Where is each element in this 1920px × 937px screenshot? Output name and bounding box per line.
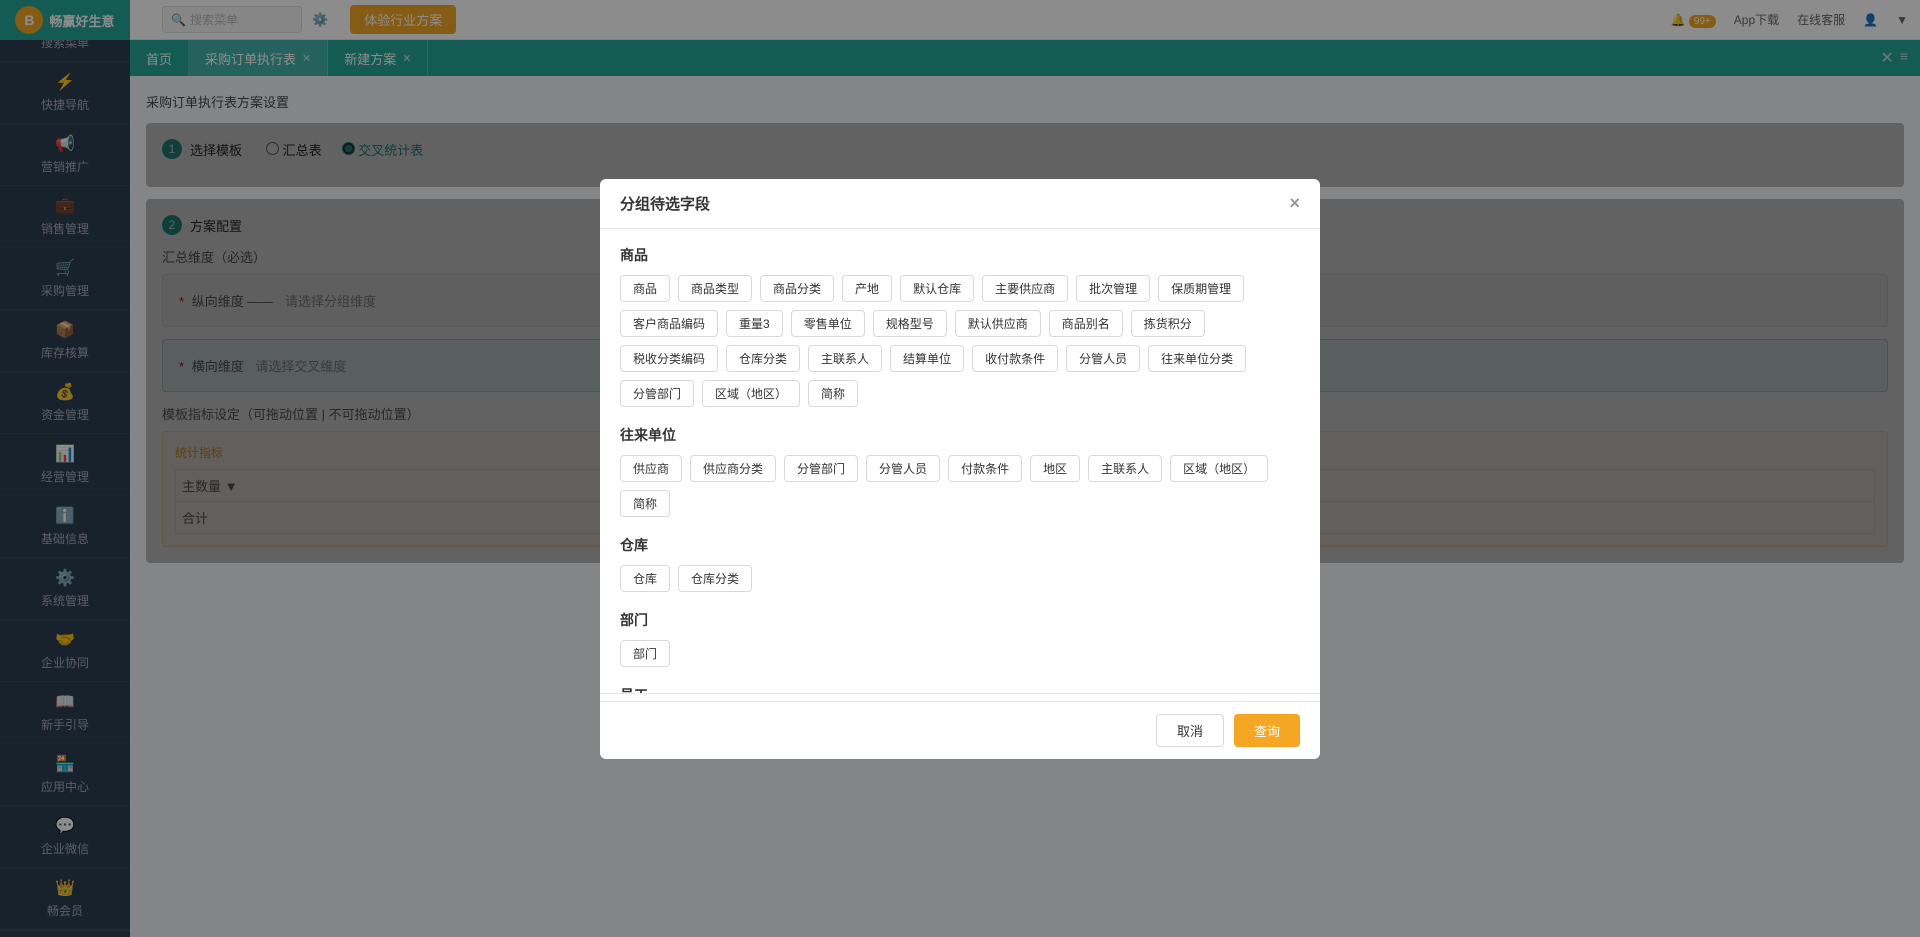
field-tag-0-21[interactable]: 往来单位分类 [1148, 345, 1246, 372]
field-group-title-4: 员工 [620, 685, 1300, 693]
field-tags-2: 仓库仓库分类 [620, 565, 1300, 592]
field-group-title-2: 仓库 [620, 535, 1300, 555]
field-tag-0-15[interactable]: 税收分类编码 [620, 345, 718, 372]
field-tag-0-19[interactable]: 收付款条件 [972, 345, 1058, 372]
field-tag-0-16[interactable]: 仓库分类 [726, 345, 800, 372]
field-tag-1-8[interactable]: 简称 [620, 490, 670, 517]
field-group-4: 员工业务员 [620, 685, 1300, 693]
field-tags-0: 商品商品类型商品分类产地默认仓库主要供应商批次管理保质期管理客户商品编码重量3 零… [620, 275, 1300, 407]
field-group-1: 往来单位供应商供应商分类分管部门分管人员付款条件地区主联系人区域（地区） 简称 [620, 425, 1300, 517]
field-tag-0-0[interactable]: 商品 [620, 275, 670, 302]
field-tag-1-3[interactable]: 分管人员 [866, 455, 940, 482]
cancel-button[interactable]: 取消 [1156, 714, 1224, 747]
field-tag-1-1[interactable]: 供应商分类 [690, 455, 776, 482]
field-tag-0-7[interactable]: 保质期管理 [1158, 275, 1244, 302]
field-tag-2-0[interactable]: 仓库 [620, 565, 670, 592]
field-tag-1-0[interactable]: 供应商 [620, 455, 682, 482]
modal-title: 分组待选字段 [620, 193, 710, 214]
modal-body: 商品商品商品类型商品分类产地默认仓库主要供应商批次管理保质期管理客户商品编码重量… [600, 229, 1320, 693]
field-tag-0-22[interactable]: 分管部门 [620, 380, 694, 407]
field-tags-3: 部门 [620, 640, 1300, 667]
field-tags-1: 供应商供应商分类分管部门分管人员付款条件地区主联系人区域（地区） 简称 [620, 455, 1300, 517]
field-group-title-0: 商品 [620, 245, 1300, 265]
field-tag-0-2[interactable]: 商品分类 [760, 275, 834, 302]
field-tag-1-5[interactable]: 地区 [1030, 455, 1080, 482]
field-tag-0-10[interactable]: 零售单位 [791, 310, 865, 337]
field-tag-0-24[interactable]: 简称 [808, 380, 858, 407]
modal-close-btn[interactable]: × [1289, 193, 1300, 214]
modal-footer: 取消 查询 [600, 701, 1320, 759]
field-tag-0-13[interactable]: 商品别名 [1049, 310, 1123, 337]
field-tag-1-7[interactable]: 区域（地区） [1170, 455, 1268, 482]
field-tag-0-11[interactable]: 规格型号 [873, 310, 947, 337]
field-tag-0-1[interactable]: 商品类型 [678, 275, 752, 302]
field-tag-0-12[interactable]: 默认供应商 [955, 310, 1041, 337]
modal-horizontal-scrollbar[interactable] [600, 693, 1320, 701]
field-tag-1-4[interactable]: 付款条件 [948, 455, 1022, 482]
field-tag-0-4[interactable]: 默认仓库 [900, 275, 974, 302]
field-select-modal: 分组待选字段 × 商品商品商品类型商品分类产地默认仓库主要供应商批次管理保质期管… [600, 179, 1320, 759]
field-tag-0-17[interactable]: 主联系人 [808, 345, 882, 372]
field-group-3: 部门部门 [620, 610, 1300, 667]
field-tag-0-5[interactable]: 主要供应商 [982, 275, 1068, 302]
field-group-0: 商品商品商品类型商品分类产地默认仓库主要供应商批次管理保质期管理客户商品编码重量… [620, 245, 1300, 407]
field-tag-1-6[interactable]: 主联系人 [1088, 455, 1162, 482]
field-group-title-1: 往来单位 [620, 425, 1300, 445]
field-tag-0-18[interactable]: 结算单位 [890, 345, 964, 372]
field-tag-1-2[interactable]: 分管部门 [784, 455, 858, 482]
field-tag-0-20[interactable]: 分管人员 [1066, 345, 1140, 372]
confirm-button[interactable]: 查询 [1234, 714, 1300, 747]
modal-header: 分组待选字段 × [600, 179, 1320, 229]
field-tag-0-8[interactable]: 客户商品编码 [620, 310, 718, 337]
modal-overlay: 分组待选字段 × 商品商品商品类型商品分类产地默认仓库主要供应商批次管理保质期管… [0, 0, 1920, 937]
field-tag-3-0[interactable]: 部门 [620, 640, 670, 667]
field-tag-0-6[interactable]: 批次管理 [1076, 275, 1150, 302]
field-tag-0-23[interactable]: 区域（地区） [702, 380, 800, 407]
field-tag-2-1[interactable]: 仓库分类 [678, 565, 752, 592]
field-tag-0-3[interactable]: 产地 [842, 275, 892, 302]
field-tag-0-14[interactable]: 拣货积分 [1131, 310, 1205, 337]
field-group-2: 仓库仓库仓库分类 [620, 535, 1300, 592]
field-tag-0-9[interactable]: 重量3 [726, 310, 783, 337]
field-group-title-3: 部门 [620, 610, 1300, 630]
